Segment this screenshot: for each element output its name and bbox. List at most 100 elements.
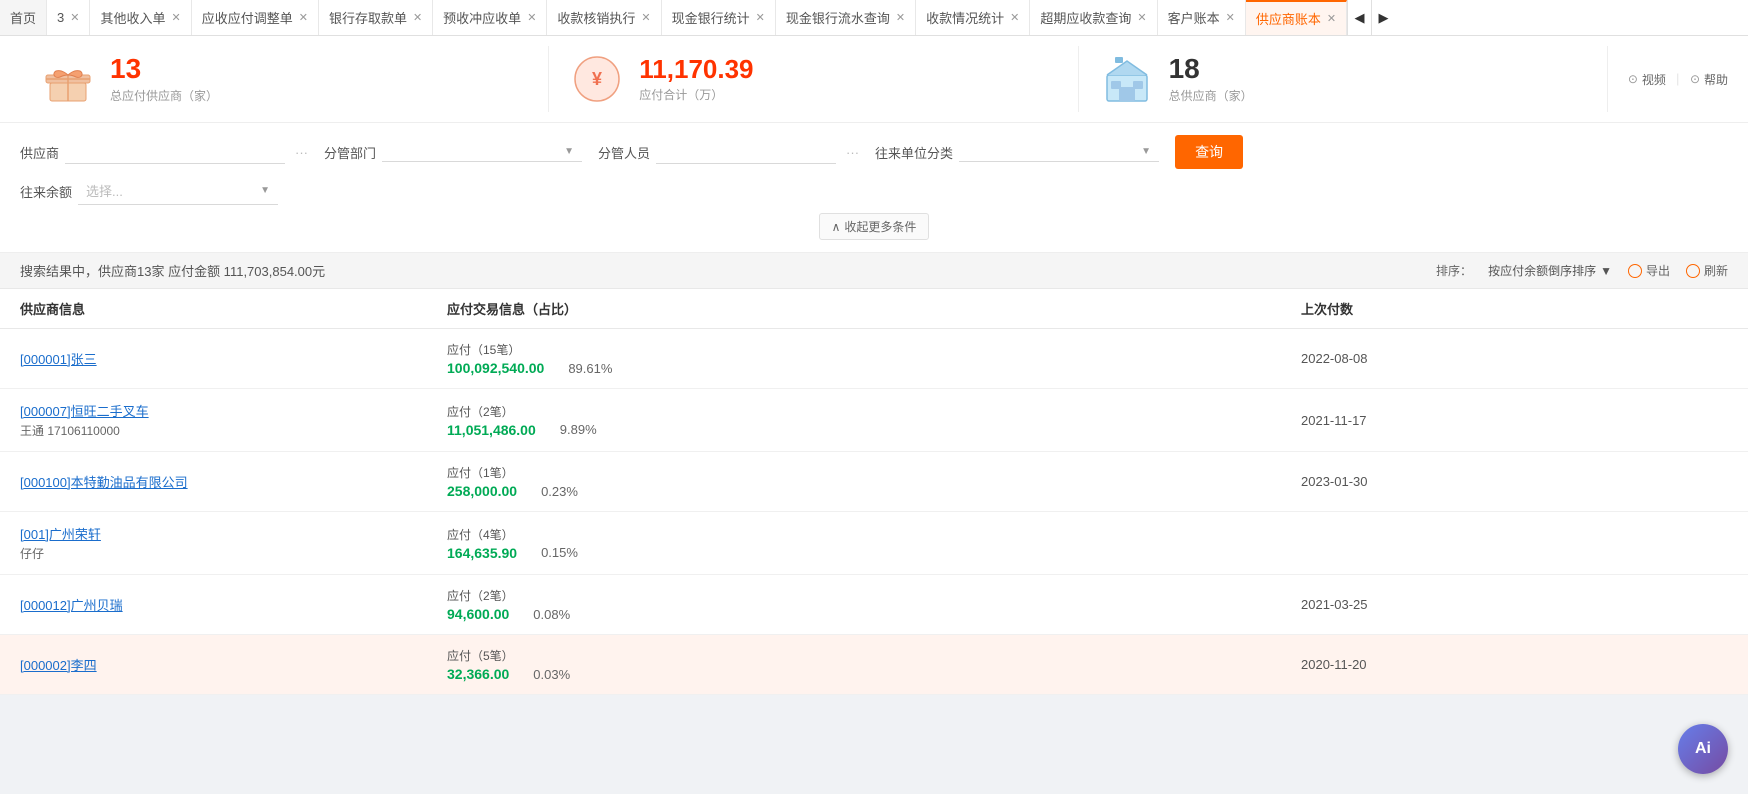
nav-tab-label: 供应商账本 <box>1256 9 1321 28</box>
tx-amount[interactable]: 100,092,540.00 <box>447 360 544 376</box>
ai-assistant-button[interactable]: Ai <box>1678 724 1728 774</box>
close-icon[interactable]: ✕ <box>1010 11 1019 24</box>
ap-total-icon: ¥ <box>569 51 625 107</box>
table-row: [000007]恒旺二手叉车 王通 17106110000 应付（2笔） 11,… <box>0 389 1748 452</box>
filter-supplier: 供应商 ··· <box>20 140 308 164</box>
supplier-link[interactable]: [000012]广州贝瑞 <box>20 595 447 614</box>
close-icon[interactable]: ✕ <box>299 11 308 24</box>
export-icon <box>1628 264 1642 278</box>
category-select[interactable]: ▼ <box>959 142 1159 162</box>
sort-value: 按应付余额倒序排序 <box>1488 262 1596 279</box>
supplier-input[interactable] <box>65 140 285 164</box>
close-icon[interactable]: ✕ <box>1137 11 1146 24</box>
nav-tab-cash-bank-flow[interactable]: 现金银行流水查询 ✕ <box>776 0 916 36</box>
close-icon[interactable]: ✕ <box>70 11 79 24</box>
tx-percent: 89.61% <box>568 361 612 376</box>
help-link[interactable]: 帮助 <box>1704 71 1728 88</box>
tx-amount[interactable]: 94,600.00 <box>447 606 509 622</box>
tx-amount[interactable]: 11,051,486.00 <box>447 422 536 438</box>
nav-tab-3[interactable]: 3 ✕ <box>47 0 90 36</box>
nav-tab-label: 收款核销执行 <box>557 8 635 27</box>
nav-tab-customer-ledger[interactable]: 客户账本 ✕ <box>1158 0 1246 36</box>
query-button[interactable]: 查询 <box>1175 135 1243 169</box>
nav-tab-cash-bank-stat[interactable]: 现金银行统计 ✕ <box>662 0 776 36</box>
ap-supplier-info: 13 总应付供应商（家） <box>110 55 218 104</box>
ap-total-info: 11,170.39 应付合计（万） <box>639 56 753 103</box>
nav-next-arrow[interactable]: ▶ <box>1371 0 1395 36</box>
svg-text:¥: ¥ <box>592 69 602 89</box>
balance-select[interactable]: 选择... ▼ <box>78 177 278 205</box>
help-links: ⊙ 视频 ｜ ⊙ 帮助 <box>1608 71 1728 88</box>
last-pay-cell: 2021-03-25 <box>1301 597 1728 612</box>
supplier-link[interactable]: [000007]恒旺二手叉车 <box>20 401 447 420</box>
filter-area: 供应商 ··· 分管部门 ▼ 分管人员 ··· 往来单位分类 <box>0 123 1748 253</box>
nav-tab-supplier-ledger[interactable]: 供应商账本 ✕ <box>1246 0 1347 36</box>
close-icon[interactable]: ✕ <box>171 11 180 24</box>
ap-total-amount: 11,170.39 <box>639 56 753 82</box>
person-dots-icon[interactable]: ··· <box>846 145 859 160</box>
close-icon[interactable]: ✕ <box>1226 11 1235 24</box>
refresh-label: 刷新 <box>1704 262 1728 279</box>
sort-label: 排序： <box>1436 262 1472 279</box>
summary-card-total-suppliers: 18 总供应商（家） <box>1079 46 1608 112</box>
nav-tab-label: 超期应收款查询 <box>1040 8 1131 27</box>
refresh-button[interactable]: 刷新 <box>1686 262 1728 279</box>
data-table: 供应商信息 应付交易信息（占比） 上次付数 [000001]张三 应付（15笔）… <box>0 289 1748 695</box>
supplier-link[interactable]: [001]广州荣轩 <box>20 524 447 543</box>
nav-tab-advance-writeoff[interactable]: 预收冲应收单 ✕ <box>433 0 547 36</box>
collapse-button[interactable]: ∧ 收起更多条件 <box>819 213 930 240</box>
person-input[interactable] <box>656 140 836 164</box>
tx-percent: 0.08% <box>533 607 570 622</box>
tx-percent: 0.15% <box>541 545 578 560</box>
dept-filter-label: 分管部门 <box>324 143 376 162</box>
close-icon[interactable]: ✕ <box>413 11 422 24</box>
supplier-cell: [000012]广州贝瑞 <box>20 595 447 614</box>
close-icon[interactable]: ✕ <box>756 11 765 24</box>
nav-tab-label: 首页 <box>10 8 36 27</box>
tx-cell: 应付（2笔） 11,051,486.00 9.89% <box>447 403 1301 438</box>
nav-prev-arrow[interactable]: ◀ <box>1347 0 1371 36</box>
close-icon[interactable]: ✕ <box>896 11 905 24</box>
nav-tab-collection-stat[interactable]: 收款情况统计 ✕ <box>916 0 1030 36</box>
nav-tab-label: 银行存取款单 <box>329 8 407 27</box>
nav-tab-home[interactable]: 首页 <box>0 0 47 36</box>
nav-tab-label: 预收冲应收单 <box>443 8 521 27</box>
tx-amount[interactable]: 258,000.00 <box>447 483 517 499</box>
tx-amount[interactable]: 164,635.90 <box>447 545 517 561</box>
nav-tab-other-income[interactable]: 其他收入单 ✕ <box>90 0 191 36</box>
summary-card-ap-suppliers: 13 总应付供应商（家） <box>20 46 549 112</box>
close-icon[interactable]: ✕ <box>527 11 536 24</box>
nav-tab-payment-exec[interactable]: 收款核销执行 ✕ <box>547 0 661 36</box>
tx-row: 100,092,540.00 89.61% <box>447 360 1301 376</box>
tx-label: 应付（15笔） <box>447 341 1301 358</box>
tx-cell: 应付（5笔） 32,366.00 0.03% <box>447 647 1301 682</box>
filter-row-2: 往来余额 选择... ▼ <box>20 177 1728 205</box>
video-link[interactable]: 视频 <box>1642 71 1666 88</box>
supplier-link[interactable]: [000001]张三 <box>20 349 447 368</box>
close-icon[interactable]: ✕ <box>1327 12 1336 25</box>
nav-tab-ar-ap-adjust[interactable]: 应收应付调整单 ✕ <box>192 0 319 36</box>
nav-tab-overdue-ar[interactable]: 超期应收款查询 ✕ <box>1030 0 1157 36</box>
tx-row: 258,000.00 0.23% <box>447 483 1301 499</box>
filter-category: 往来单位分类 ▼ <box>875 142 1159 162</box>
supplier-cell: [000100]本特勤油品有限公司 <box>20 472 447 491</box>
sort-select[interactable]: 按应付余额倒序排序 ▼ <box>1488 262 1612 279</box>
tx-amount[interactable]: 32,366.00 <box>447 666 509 682</box>
close-icon[interactable]: ✕ <box>641 11 650 24</box>
table-row: [001]广州荣轩 仔仔 应付（4笔） 164,635.90 0.15% <box>0 512 1748 575</box>
person-filter-label: 分管人员 <box>598 143 650 162</box>
dept-select[interactable]: ▼ <box>382 142 582 162</box>
export-button[interactable]: 导出 <box>1628 262 1670 279</box>
supplier-dots-icon[interactable]: ··· <box>295 145 308 160</box>
supplier-cell: [000007]恒旺二手叉车 王通 17106110000 <box>20 401 447 439</box>
supplier-link[interactable]: [000002]李四 <box>20 655 447 674</box>
tx-percent: 9.89% <box>560 422 597 437</box>
table-row: [000001]张三 应付（15笔） 100,092,540.00 89.61%… <box>0 329 1748 389</box>
nav-tab-bank-deposit[interactable]: 银行存取款单 ✕ <box>319 0 433 36</box>
supplier-link[interactable]: [000100]本特勤油品有限公司 <box>20 472 447 491</box>
table-row: [000002]李四 应付（5笔） 32,366.00 0.03% 2020-1… <box>0 635 1748 695</box>
category-filter-label: 往来单位分类 <box>875 143 953 162</box>
nav-tab-label: 现金银行统计 <box>672 8 750 27</box>
nav-tab-label: 客户账本 <box>1168 8 1220 27</box>
nav-tab-label: 3 <box>57 10 64 25</box>
